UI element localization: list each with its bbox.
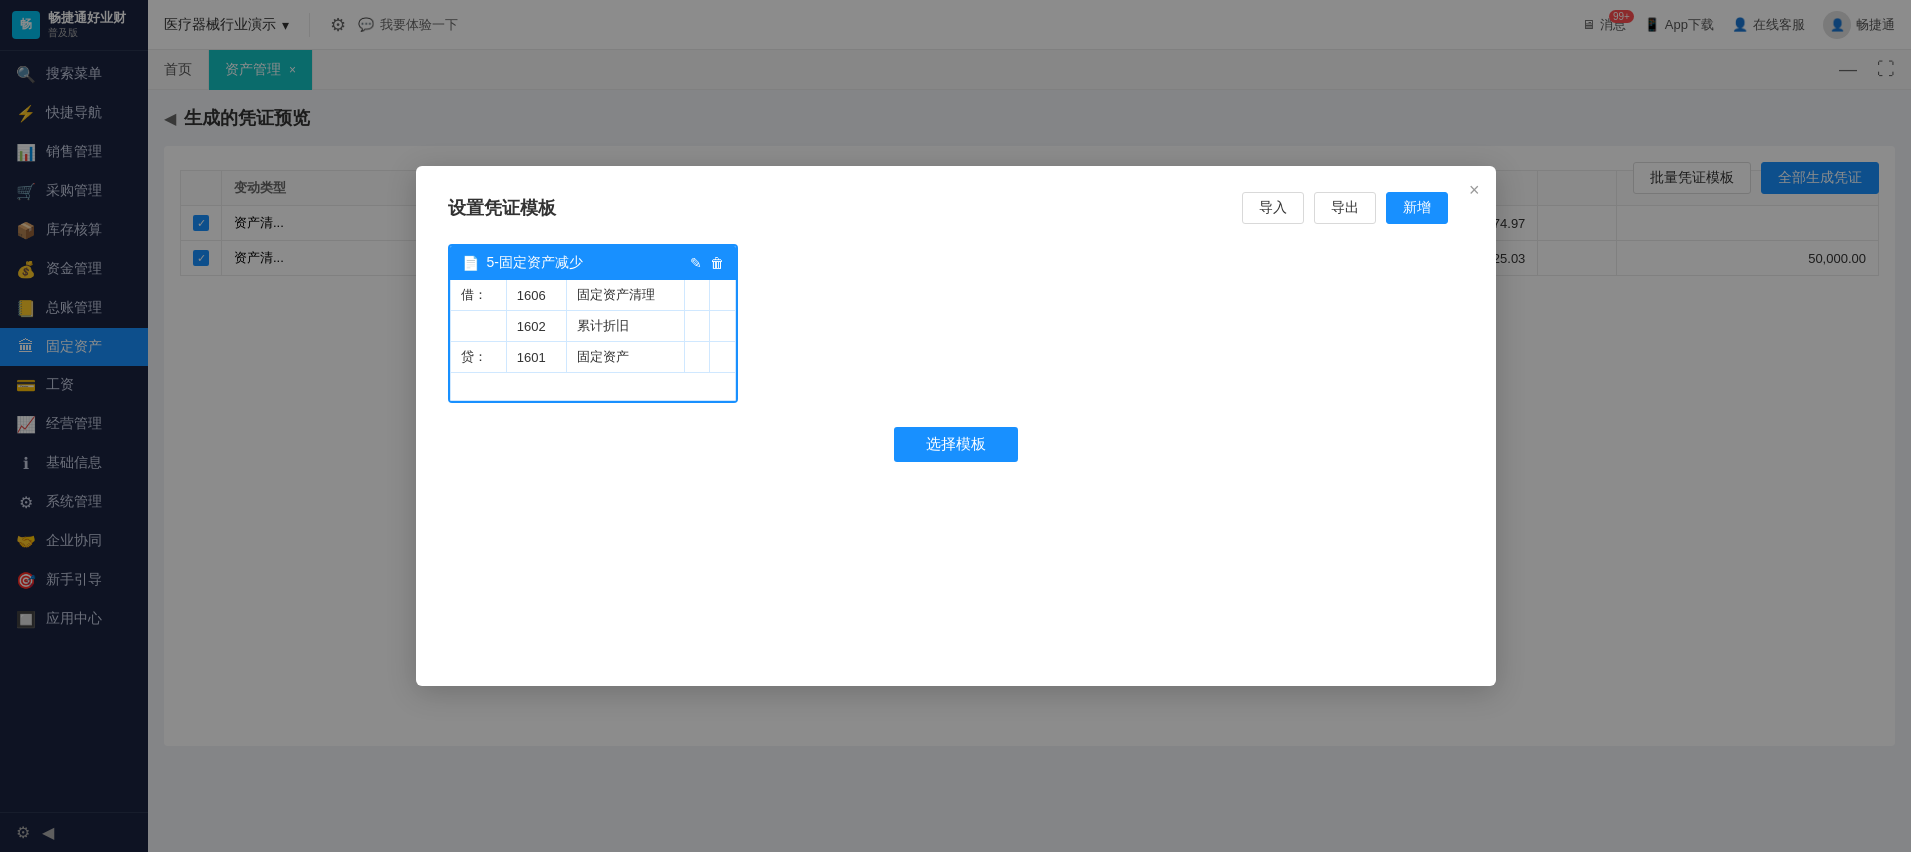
entry-credit xyxy=(710,280,735,311)
modal: × 设置凭证模板 导入 导出 新增 📄 5-固定资产减少 ✎ 🗑 xyxy=(416,166,1496,686)
template-entries-table: 借： 1606 固定资产清理 1602 累计折旧 贷： 1601 固定资产 xyxy=(450,280,736,401)
template-entry-row: 贷： 1601 固定资产 xyxy=(450,342,735,373)
select-template-button[interactable]: 选择模板 xyxy=(894,427,1018,462)
entry-credit xyxy=(710,342,735,373)
export-button[interactable]: 导出 xyxy=(1314,192,1376,224)
template-delete-icon[interactable]: 🗑 xyxy=(710,255,724,271)
entry-direction xyxy=(450,311,506,342)
modal-toolbar: 导入 导出 新增 xyxy=(1242,192,1448,224)
modal-close-button[interactable]: × xyxy=(1469,180,1480,201)
entry-debit xyxy=(685,280,710,311)
import-button[interactable]: 导入 xyxy=(1242,192,1304,224)
entry-name: 固定资产 xyxy=(566,342,685,373)
template-edit-icon[interactable]: ✎ xyxy=(690,255,702,271)
template-entry-row: 1602 累计折旧 xyxy=(450,311,735,342)
template-card[interactable]: 📄 5-固定资产减少 ✎ 🗑 借： 1606 固定资产清理 1602 xyxy=(448,244,738,403)
template-id-label: 5-固定资产减少 xyxy=(487,254,583,272)
entry-name: 累计折旧 xyxy=(566,311,685,342)
template-list: 📄 5-固定资产减少 ✎ 🗑 借： 1606 固定资产清理 1602 xyxy=(448,244,1464,403)
new-button[interactable]: 新增 xyxy=(1386,192,1448,224)
template-card-actions: ✎ 🗑 xyxy=(690,255,724,271)
template-entry-row-empty xyxy=(450,373,735,401)
entry-direction: 贷： xyxy=(450,342,506,373)
template-card-header: 📄 5-固定资产减少 ✎ 🗑 xyxy=(450,246,736,280)
entry-code: 1601 xyxy=(506,342,566,373)
entry-code: 1602 xyxy=(506,311,566,342)
entry-direction: 借： xyxy=(450,280,506,311)
entry-debit xyxy=(685,342,710,373)
entry-credit xyxy=(710,311,735,342)
entry-code: 1606 xyxy=(506,280,566,311)
entry-name: 固定资产清理 xyxy=(566,280,685,311)
template-card-body: 借： 1606 固定资产清理 1602 累计折旧 贷： 1601 固定资产 xyxy=(450,280,736,401)
template-card-header-left: 📄 5-固定资产减少 xyxy=(462,254,583,272)
template-doc-icon: 📄 xyxy=(462,255,479,271)
template-entry-row: 借： 1606 固定资产清理 xyxy=(450,280,735,311)
entry-debit xyxy=(685,311,710,342)
modal-overlay: × 设置凭证模板 导入 导出 新增 📄 5-固定资产减少 ✎ 🗑 xyxy=(0,0,1911,852)
